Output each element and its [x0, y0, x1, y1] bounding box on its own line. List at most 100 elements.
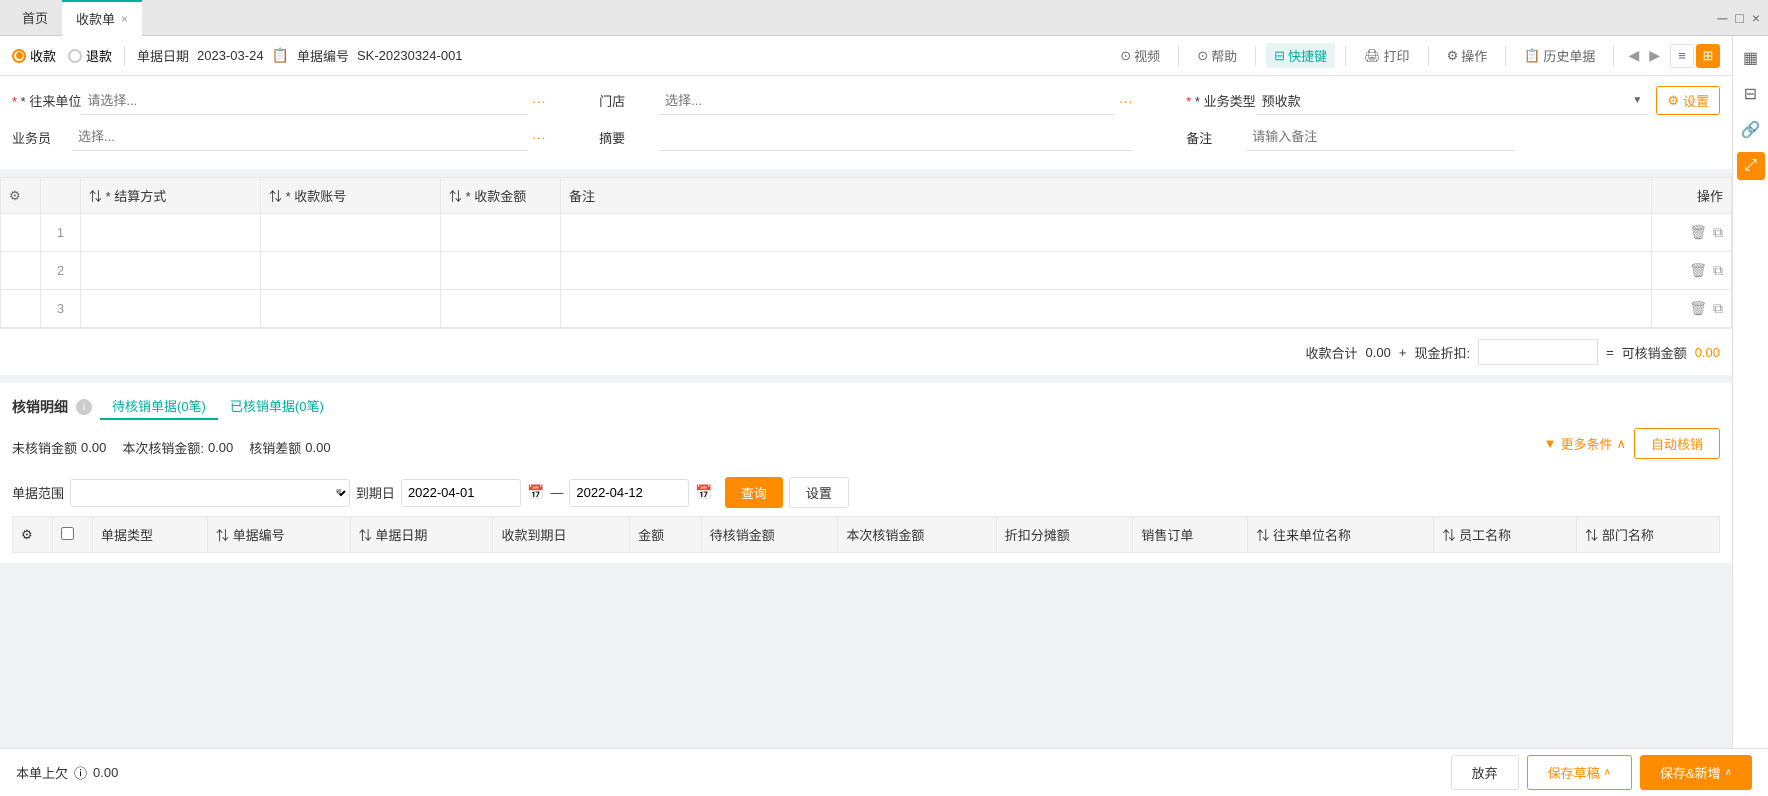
save-new-btn[interactable]: 保存&新增 ∧: [1640, 755, 1752, 790]
row-copy-1[interactable]: ⧉: [1713, 224, 1723, 241]
win-minimize-btn[interactable]: ─: [1717, 10, 1727, 26]
video-btn[interactable]: ⊙ 视频: [1112, 43, 1168, 68]
right-sidebar: ▦ ⊟ 🔗 ⤢: [1732, 36, 1768, 748]
col-pending-header: 待核销金额: [701, 517, 838, 553]
radio-receive[interactable]: 收款: [12, 46, 56, 65]
divider-4: [1345, 46, 1346, 66]
row-remark-2[interactable]: [561, 252, 1652, 290]
row-copy-2[interactable]: ⧉: [1713, 262, 1723, 279]
col-dept-header: ⇅ 部门名称: [1577, 517, 1720, 553]
auto-writeoff-btn[interactable]: 自动核销: [1634, 428, 1720, 459]
win-close-btn[interactable]: ×: [1752, 10, 1760, 26]
row-copy-3[interactable]: ⧉: [1713, 300, 1723, 317]
date-to-input[interactable]: [569, 479, 689, 507]
win-maximize-btn[interactable]: □: [1735, 10, 1743, 26]
col-settle-header: ⇅ * 结算方式: [81, 178, 261, 214]
sort-bottom-2: ⇅: [359, 528, 372, 543]
tab-close-icon[interactable]: ×: [121, 12, 128, 26]
discount-input[interactable]: [1478, 339, 1598, 365]
row-amount-1[interactable]: [441, 214, 561, 252]
form-row-1: * 往来单位 ··· 门店 ··· * 业务类型 预收款 ▼ ⚙: [12, 86, 1720, 115]
row-delete-1[interactable]: 🗑: [1689, 224, 1707, 241]
tab-done[interactable]: 已核销单据(0笔): [218, 393, 336, 420]
shortcut-btn[interactable]: ⊟ 快捷键: [1266, 43, 1335, 68]
row-account-3[interactable]: [261, 290, 441, 328]
counterpart-field: * 往来单位 ···: [12, 87, 546, 115]
business-type-select[interactable]: 预收款 ▼: [1256, 87, 1649, 115]
prev-arrow[interactable]: ◀: [1624, 45, 1643, 66]
staff-more-icon[interactable]: ···: [532, 129, 546, 145]
sort-bottom-4: ⇅: [1442, 528, 1455, 543]
counterpart-more-icon[interactable]: ···: [532, 93, 546, 109]
grid-view-btn[interactable]: ⊞: [1696, 44, 1720, 68]
cal-to-icon[interactable]: 📅: [695, 484, 712, 501]
summary-input[interactable]: [659, 123, 1133, 151]
store-more-icon[interactable]: ···: [1119, 93, 1133, 109]
balance-info-icon[interactable]: ⓘ: [74, 763, 87, 782]
tab-pending[interactable]: 待核销单据(0笔): [100, 393, 218, 420]
store-input[interactable]: [659, 87, 1115, 115]
cal-from-icon[interactable]: 📅: [527, 484, 544, 501]
select-all-checkbox[interactable]: [61, 527, 74, 540]
net-val: 0.00: [1695, 345, 1720, 360]
list-view-btn[interactable]: ≡: [1670, 44, 1694, 68]
tab-receipt[interactable]: 收款单 ×: [62, 0, 142, 36]
table-row: 2 🗑 ⧉: [1, 252, 1732, 290]
settings-gear-icon: ⚙: [1667, 93, 1679, 109]
business-type-value: 预收款: [1262, 91, 1301, 110]
counterpart-input[interactable]: [81, 87, 527, 115]
help-btn[interactable]: ⊙ 帮助: [1189, 43, 1245, 68]
tab-home[interactable]: 首页: [8, 0, 62, 36]
date-from-input[interactable]: [401, 479, 521, 507]
sidebar-icon-3[interactable]: 🔗: [1737, 116, 1765, 144]
col-check-header: ⚙: [13, 517, 53, 553]
remark-input[interactable]: [1246, 123, 1515, 151]
row-amount-3[interactable]: [441, 290, 561, 328]
row-amount-2[interactable]: [441, 252, 561, 290]
settings-label: 设置: [1683, 91, 1709, 110]
abandon-btn[interactable]: 放弃: [1451, 755, 1519, 790]
settings-button[interactable]: ⚙ 设置: [1656, 86, 1720, 115]
history-btn[interactable]: 📋 历史单据: [1516, 43, 1603, 68]
row-settings-1: [1, 214, 41, 252]
row-account-2[interactable]: [261, 252, 441, 290]
sidebar-icon-2[interactable]: ⊟: [1737, 80, 1765, 108]
range-select[interactable]: [70, 479, 350, 507]
writeoff-section: 核销明细 i 待核销单据(0笔) 已核销单据(0笔) 未核销金额 0.00 本次…: [0, 383, 1732, 563]
calendar-icon[interactable]: 📋: [272, 47, 289, 64]
filter-more-btn[interactable]: ▼ 更多条件 ∧: [1544, 434, 1626, 453]
col-checkbox-header: [53, 517, 93, 553]
store-field: 门店 ···: [599, 87, 1133, 115]
row-op-3: 🗑 ⧉: [1652, 290, 1732, 328]
table-settings-icon[interactable]: ⚙: [9, 188, 21, 203]
settings-icon-bottom[interactable]: ⚙: [21, 527, 33, 542]
operation-btn[interactable]: ⚙ 操作: [1439, 43, 1496, 68]
row-delete-2[interactable]: 🗑: [1689, 262, 1707, 279]
row-remark-1[interactable]: [561, 214, 1652, 252]
writeoff-info-icon[interactable]: i: [76, 399, 92, 415]
next-arrow[interactable]: ▶: [1645, 45, 1664, 66]
help-icon: ⊙: [1197, 48, 1208, 64]
row-settle-1[interactable]: [81, 214, 261, 252]
table-row: 3 🗑 ⧉: [1, 290, 1732, 328]
staff-input[interactable]: [72, 123, 528, 151]
query-btn[interactable]: 查询: [725, 477, 783, 508]
row-settle-3[interactable]: [81, 290, 261, 328]
print-btn[interactable]: 🖨 打印: [1356, 43, 1418, 68]
row-settle-2[interactable]: [81, 252, 261, 290]
sidebar-icon-1[interactable]: ▦: [1737, 44, 1765, 72]
diff-val: 0.00: [305, 440, 330, 455]
radio-refund[interactable]: 退款: [68, 46, 112, 65]
video-label: 视频: [1134, 46, 1160, 65]
plus-sign: +: [1399, 345, 1407, 360]
staff-label: 业务员: [12, 128, 72, 147]
row-remark-3[interactable]: [561, 290, 1652, 328]
counterpart-label: * 往来单位: [12, 91, 81, 110]
save-draft-btn[interactable]: 保存草稿 ∧: [1527, 755, 1632, 790]
sidebar-icon-4[interactable]: ⤢: [1737, 152, 1765, 180]
row-delete-3[interactable]: 🗑: [1689, 300, 1707, 317]
bottom-settings-btn[interactable]: 设置: [789, 477, 849, 508]
row-account-1[interactable]: [261, 214, 441, 252]
footer-left: 本单上欠 ⓘ 0.00: [16, 763, 118, 782]
col-due-date-header: 收款到期日: [493, 517, 630, 553]
